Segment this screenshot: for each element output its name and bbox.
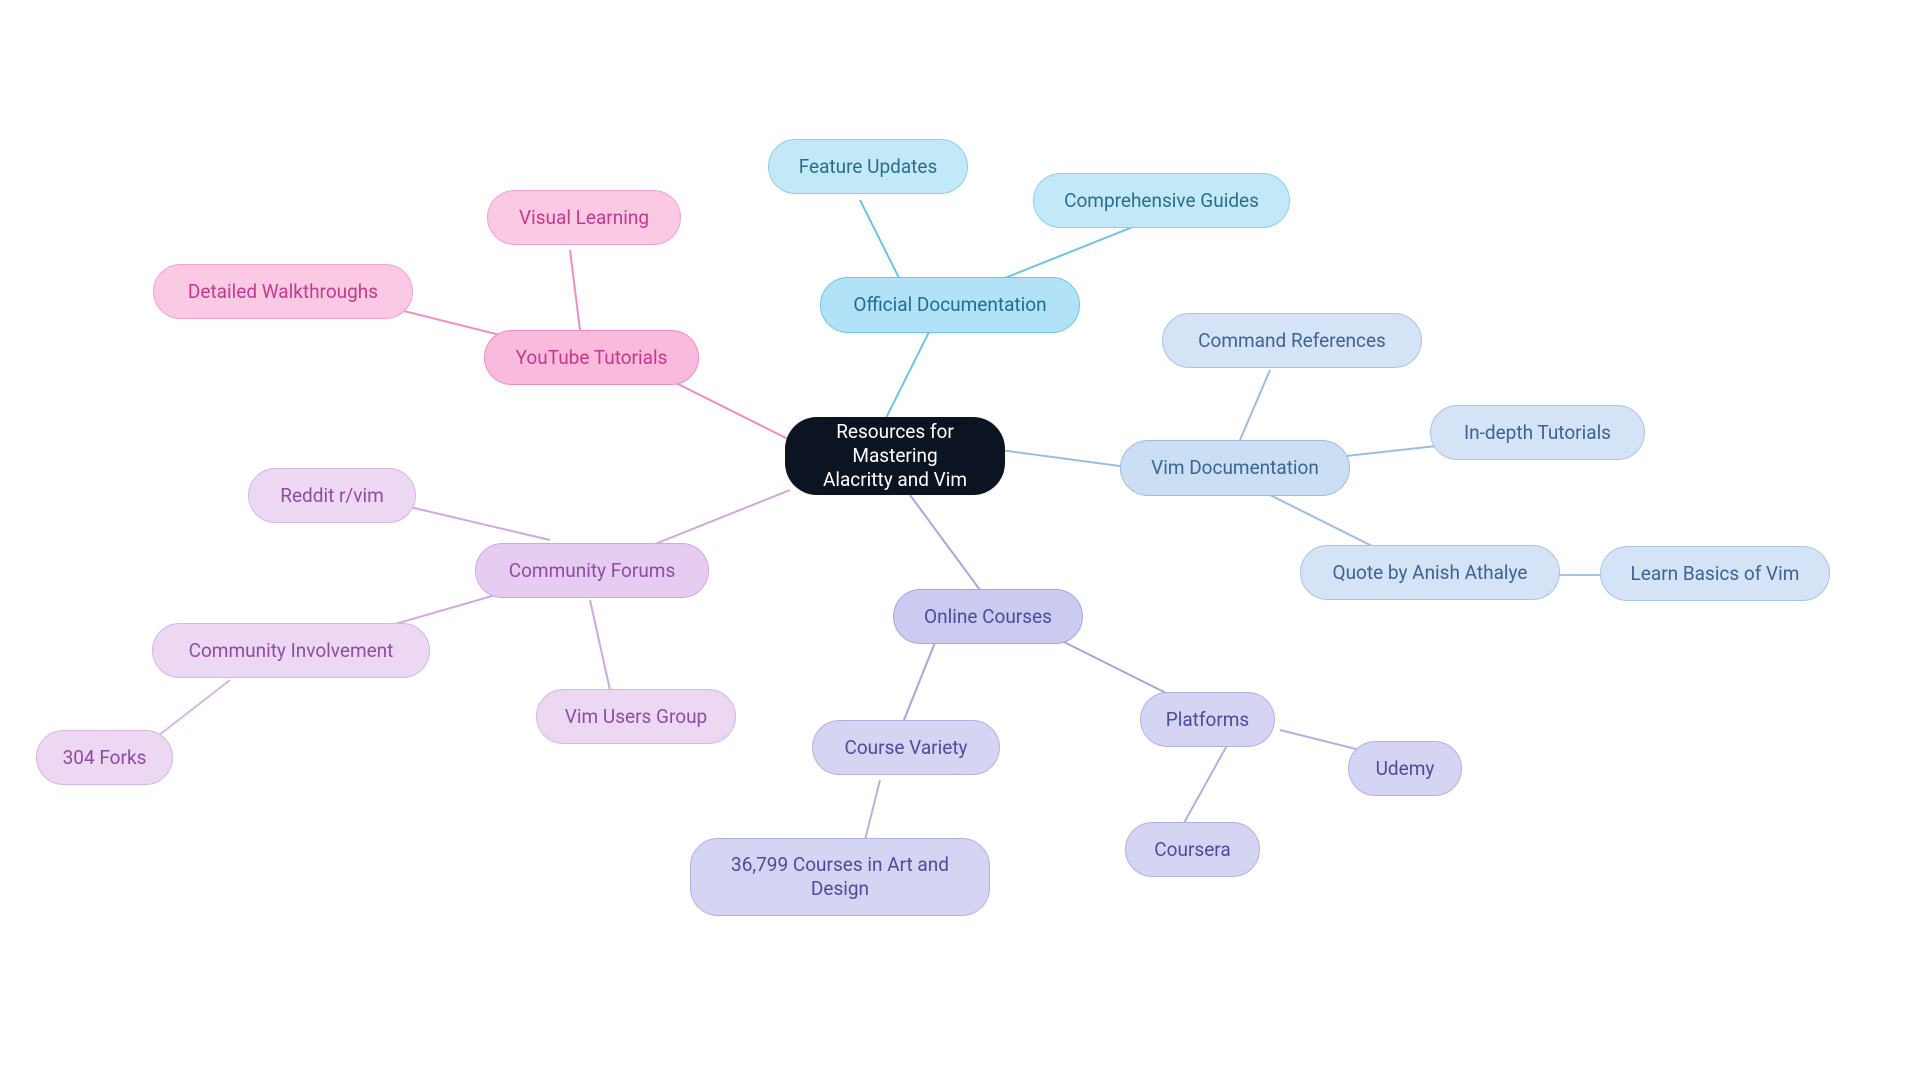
node-command-references[interactable]: Command References <box>1162 313 1422 368</box>
node-visual-learning[interactable]: Visual Learning <box>487 190 681 245</box>
label: Quote by Anish Athalye <box>1333 561 1528 585</box>
node-learn-basics-vim[interactable]: Learn Basics of Vim <box>1600 546 1830 601</box>
label: Official Documentation <box>853 293 1046 317</box>
node-community-involvement[interactable]: Community Involvement <box>152 623 430 678</box>
node-forks[interactable]: 304 Forks <box>36 730 173 785</box>
node-course-count[interactable]: 36,799 Courses in Art and Design <box>690 838 990 916</box>
node-vim-documentation[interactable]: Vim Documentation <box>1120 440 1350 496</box>
node-community-forums[interactable]: Community Forums <box>475 543 709 598</box>
label: Online Courses <box>924 605 1052 629</box>
label: Reddit r/vim <box>280 484 384 508</box>
node-coursera[interactable]: Coursera <box>1125 822 1260 877</box>
node-indepth-tutorials[interactable]: In-depth Tutorials <box>1430 405 1645 460</box>
label: In-depth Tutorials <box>1464 421 1611 445</box>
label: Feature Updates <box>799 155 938 179</box>
label: Community Involvement <box>189 639 394 663</box>
label: Learn Basics of Vim <box>1631 562 1800 586</box>
node-udemy[interactable]: Udemy <box>1348 741 1462 796</box>
label: 304 Forks <box>63 746 147 770</box>
node-quote-anish[interactable]: Quote by Anish Athalye <box>1300 545 1560 600</box>
label: Platforms <box>1166 708 1250 732</box>
center-node[interactable]: Resources for Mastering Alacritty and Vi… <box>785 417 1005 495</box>
center-label: Resources for Mastering Alacritty and Vi… <box>809 420 981 491</box>
node-reddit-rvim[interactable]: Reddit r/vim <box>248 468 416 523</box>
label: YouTube Tutorials <box>516 346 668 370</box>
node-vim-users-group[interactable]: Vim Users Group <box>536 689 736 744</box>
label: Course Variety <box>844 736 967 760</box>
label: Detailed Walkthroughs <box>188 280 378 304</box>
label: Comprehensive Guides <box>1064 189 1259 213</box>
node-feature-updates[interactable]: Feature Updates <box>768 139 968 194</box>
node-detailed-walkthroughs[interactable]: Detailed Walkthroughs <box>153 264 413 319</box>
label: Vim Documentation <box>1151 456 1319 480</box>
label: Udemy <box>1376 757 1435 781</box>
label: Visual Learning <box>519 206 649 230</box>
node-course-variety[interactable]: Course Variety <box>812 720 1000 775</box>
label: 36,799 Courses in Art and Design <box>731 853 949 901</box>
node-youtube-tutorials[interactable]: YouTube Tutorials <box>484 330 699 385</box>
node-platforms[interactable]: Platforms <box>1140 692 1275 747</box>
node-comprehensive-guides[interactable]: Comprehensive Guides <box>1033 173 1290 228</box>
node-official-documentation[interactable]: Official Documentation <box>820 277 1080 333</box>
label: Coursera <box>1154 838 1230 862</box>
mindmap-canvas: Resources for Mastering Alacritty and Vi… <box>0 0 1920 1083</box>
label: Community Forums <box>509 559 676 583</box>
node-online-courses[interactable]: Online Courses <box>893 589 1083 644</box>
label: Vim Users Group <box>565 705 707 729</box>
label: Command References <box>1198 329 1386 353</box>
